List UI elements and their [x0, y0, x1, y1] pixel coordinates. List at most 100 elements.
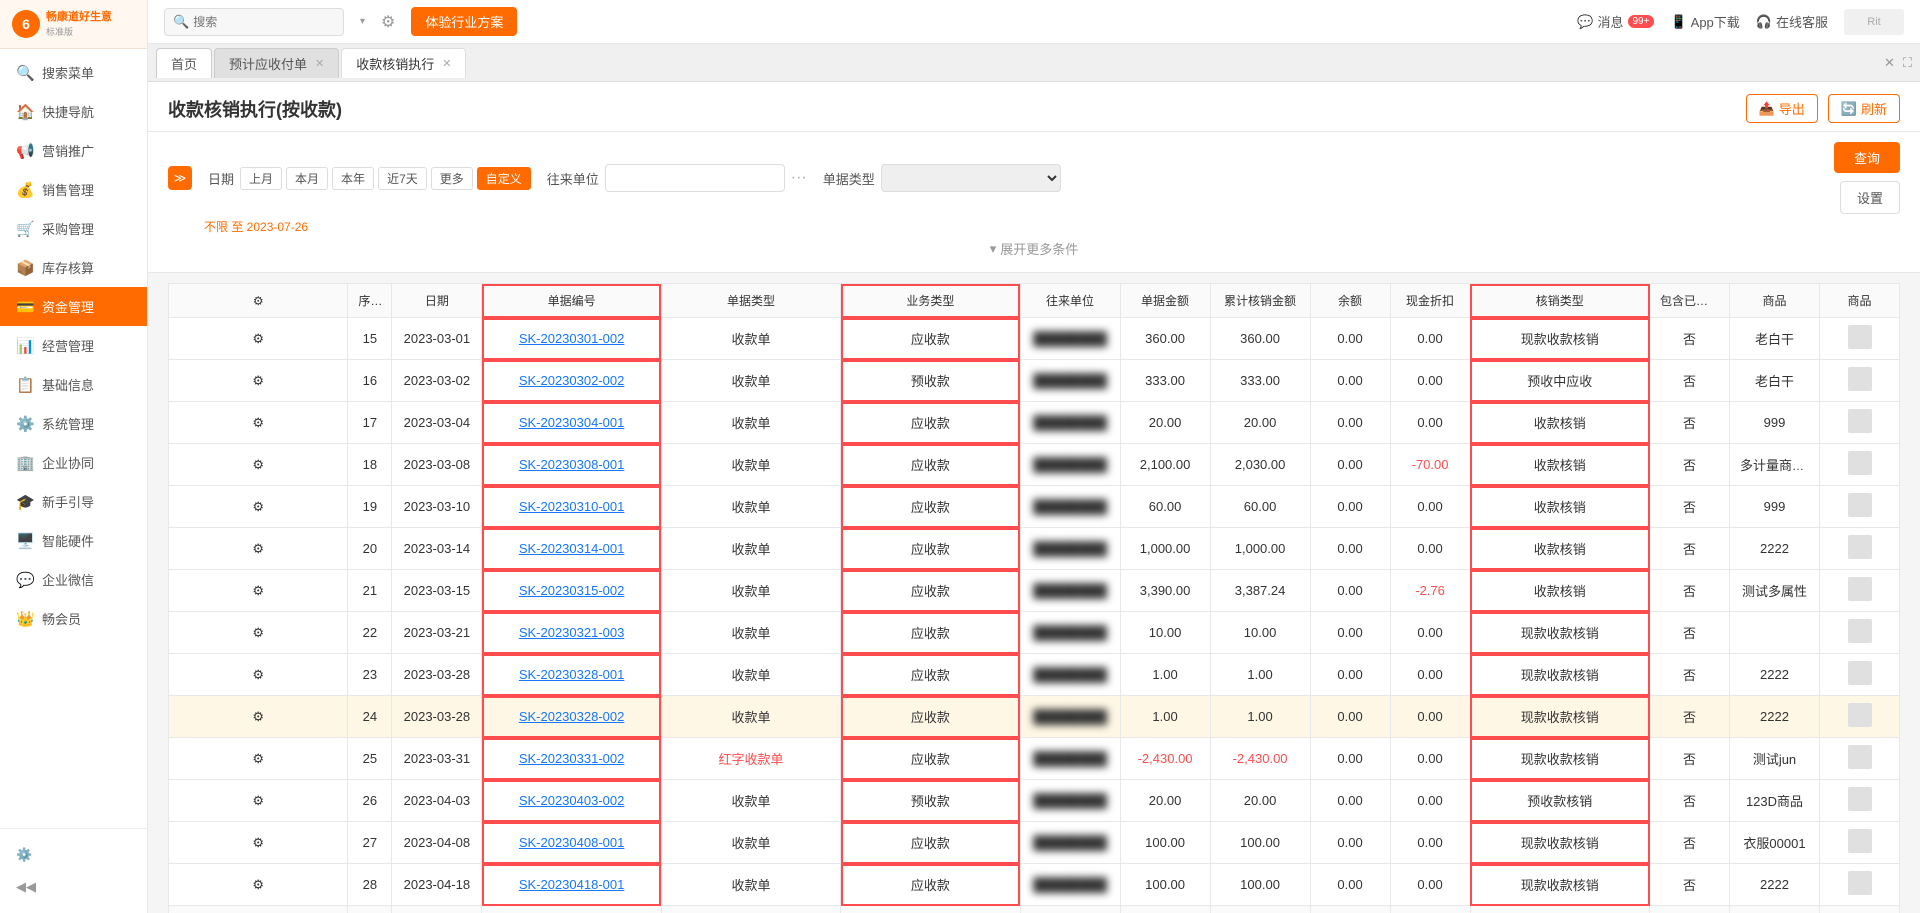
cell-doc_no[interactable]: SK-20230321-003 — [482, 612, 661, 654]
tab-offset[interactable]: 收款核销执行✕ — [341, 48, 466, 78]
table-row[interactable]: ⚙212023-03-15SK-20230315-002收款单应收款██████… — [169, 570, 1900, 612]
doc-link[interactable]: SK-20230315-002 — [519, 583, 625, 598]
doc-link[interactable]: SK-20230304-001 — [519, 415, 625, 430]
table-row[interactable]: ⚙262023-04-03SK-20230403-002收款单预收款██████… — [169, 780, 1900, 822]
doc-link[interactable]: SK-20230301-002 — [519, 331, 625, 346]
cell-doc_no[interactable]: SK-20230310-001 — [482, 486, 661, 528]
table-row[interactable]: ⚙222023-03-21SK-20230321-003收款单应收款██████… — [169, 612, 1900, 654]
table-row[interactable]: ⚙172023-03-04SK-20230304-001收款单应收款██████… — [169, 402, 1900, 444]
partner-dots-icon[interactable]: ··· — [791, 169, 807, 187]
sidebar-collapse-btn[interactable]: ◀◀ — [0, 871, 147, 903]
sidebar-settings-btn[interactable]: ⚙️ — [0, 839, 147, 871]
tab-close-pre-receive[interactable]: ✕ — [315, 57, 324, 70]
sidebar-item-operation[interactable]: 📊经营管理 — [0, 326, 147, 365]
table-row[interactable]: ⚙242023-03-28SK-20230328-002收款单应收款██████… — [169, 696, 1900, 738]
doctype-select[interactable] — [881, 164, 1061, 192]
table-row[interactable]: ⚙232023-03-28SK-20230328-001收款单应收款██████… — [169, 654, 1900, 696]
date-btn-本月[interactable]: 本月 — [286, 167, 328, 190]
cell-value-goods: 2222 — [1760, 667, 1789, 682]
tab-home[interactable]: 首页 — [156, 48, 212, 78]
solution-button[interactable]: 体验行业方案 — [411, 7, 517, 36]
cell-discount: 0.00 — [1390, 822, 1470, 864]
sidebar-item-marketing[interactable]: 📢营销推广 — [0, 131, 147, 170]
export-button[interactable]: 📤 导出 — [1746, 94, 1818, 123]
table-row[interactable]: ⚙182023-03-08SK-20230308-001收款单应收款██████… — [169, 444, 1900, 486]
table-row[interactable]: ⚙252023-03-31SK-20230331-002红字收款单应收款████… — [169, 738, 1900, 780]
partner-input[interactable] — [605, 164, 785, 192]
table-row[interactable]: ⚙162023-03-02SK-20230302-002收款单预收款██████… — [169, 360, 1900, 402]
filter-toggle-btn[interactable]: ≫ — [168, 166, 192, 190]
topbar-search-input[interactable] — [193, 15, 313, 29]
sidebar-item-guide[interactable]: 🎓新手引导 — [0, 482, 147, 521]
cell-gear: ⚙ — [169, 360, 348, 402]
cell-value-amount: -2,430.00 — [1138, 751, 1193, 766]
table-row[interactable]: ⚙152023-03-01SK-20230301-002收款单应收款██████… — [169, 318, 1900, 360]
cell-doc_no[interactable]: SK-20230315-002 — [482, 570, 661, 612]
cell-doc_no[interactable]: SK-20230314-001 — [482, 528, 661, 570]
app-download-btn[interactable]: 📱 App下载 — [1670, 12, 1739, 31]
cell-doc_no[interactable]: SK-20230408-001 — [482, 822, 661, 864]
cell-doc_no[interactable]: SK-20230418-001 — [482, 864, 661, 906]
messages-btn[interactable]: 💬 消息 99+ — [1577, 12, 1654, 31]
cell-value-goods: 2222 — [1760, 877, 1789, 892]
doc-link[interactable]: SK-20230328-001 — [519, 667, 625, 682]
cell-doc_no[interactable]: SK-20230403-002 — [482, 780, 661, 822]
doc-link[interactable]: SK-20230408-001 — [519, 835, 625, 850]
cell-doc_no[interactable]: SK-20230308-001 — [482, 444, 661, 486]
sidebar-item-hardware[interactable]: 🖥️智能硬件 — [0, 521, 147, 560]
topbar-search-box[interactable]: 🔍 — [164, 8, 344, 36]
table-row[interactable]: ⚙282023-04-18SK-20230418-001收款单应收款██████… — [169, 864, 1900, 906]
cell-doc_no[interactable]: SK-20230328-002 — [482, 696, 661, 738]
date-btn-本年[interactable]: 本年 — [332, 167, 374, 190]
date-btn-近7天[interactable]: 近7天 — [378, 167, 427, 190]
doc-link[interactable]: SK-20230302-002 — [519, 373, 625, 388]
fullscreen-icon[interactable]: ⛶ — [1903, 55, 1912, 71]
doc-link[interactable]: SK-20230321-003 — [519, 625, 625, 640]
table-row[interactable]: ⚙272023-04-08SK-20230408-001收款单应收款██████… — [169, 822, 1900, 864]
table-row[interactable]: ⚙202023-03-14SK-20230314-001收款单应收款██████… — [169, 528, 1900, 570]
sidebar-item-shortcut[interactable]: 🏠快捷导航 — [0, 92, 147, 131]
cell-doc_no[interactable]: SK-20230328-001 — [482, 654, 661, 696]
online-service-btn[interactable]: 🎧 在线客服 — [1756, 12, 1828, 31]
settings-button[interactable]: 设置 — [1840, 181, 1900, 214]
doc-link[interactable]: SK-20230310-001 — [519, 499, 625, 514]
sidebar-item-basic[interactable]: 📋基础信息 — [0, 365, 147, 404]
topbar-gear-icon[interactable]: ⚙ — [381, 12, 395, 32]
sidebar-item-corp[interactable]: 🏢企业协同 — [0, 443, 147, 482]
doc-link[interactable]: SK-20230418-001 — [519, 877, 625, 892]
tab-label-pre-receive: 预计应收付单 — [229, 54, 307, 73]
sidebar-item-purchase[interactable]: 🛒采购管理 — [0, 209, 147, 248]
sidebar-item-search[interactable]: 🔍搜索菜单 — [0, 53, 147, 92]
cell-value-date: 2023-04-18 — [404, 877, 471, 892]
query-button[interactable]: 查询 — [1834, 142, 1900, 173]
sidebar-item-member[interactable]: 👑畅会员 — [0, 599, 147, 638]
sidebar-item-system[interactable]: ⚙️系统管理 — [0, 404, 147, 443]
doc-link[interactable]: SK-20230314-001 — [519, 541, 625, 556]
cell-doc_no[interactable]: SK-20230301-002 — [482, 318, 661, 360]
doc-link[interactable]: SK-20230328-002 — [519, 709, 625, 724]
cell-value-gear: ⚙ — [252, 583, 264, 598]
topbar-chevron-icon[interactable]: ▾ — [360, 16, 365, 27]
sidebar-item-finance[interactable]: 💳资金管理 — [0, 287, 147, 326]
refresh-button[interactable]: 🔄 刷新 — [1828, 94, 1900, 123]
user-avatar[interactable]: Rit — [1844, 9, 1904, 35]
close-tab-icon[interactable]: ✕ — [1884, 55, 1895, 71]
sidebar-item-weixin[interactable]: 💬企业微信 — [0, 560, 147, 599]
footer-cell-offset_type — [1470, 906, 1649, 913]
filter-expand-btn[interactable]: ▾ 展开更多条件 — [168, 235, 1900, 262]
cell-biz_type: 应收款 — [841, 444, 1020, 486]
sidebar-item-inventory[interactable]: 📦库存核算 — [0, 248, 147, 287]
cell-doc_no[interactable]: SK-20230331-002 — [482, 738, 661, 780]
cell-doc_no[interactable]: SK-20230304-001 — [482, 402, 661, 444]
date-btn-上月[interactable]: 上月 — [240, 167, 282, 190]
tab-close-offset[interactable]: ✕ — [442, 57, 451, 70]
date-btn-更多[interactable]: 更多 — [431, 167, 473, 190]
doc-link[interactable]: SK-20230308-001 — [519, 457, 625, 472]
tab-pre-receive[interactable]: 预计应收付单 ✕ — [214, 48, 339, 78]
doc-link[interactable]: SK-20230331-002 — [519, 751, 625, 766]
sidebar-item-sales[interactable]: 💰销售管理 — [0, 170, 147, 209]
date-btn-custom[interactable]: 自定义 — [477, 167, 531, 190]
cell-doc_no[interactable]: SK-20230302-002 — [482, 360, 661, 402]
table-row[interactable]: ⚙192023-03-10SK-20230310-001收款单应收款██████… — [169, 486, 1900, 528]
doc-link[interactable]: SK-20230403-002 — [519, 793, 625, 808]
